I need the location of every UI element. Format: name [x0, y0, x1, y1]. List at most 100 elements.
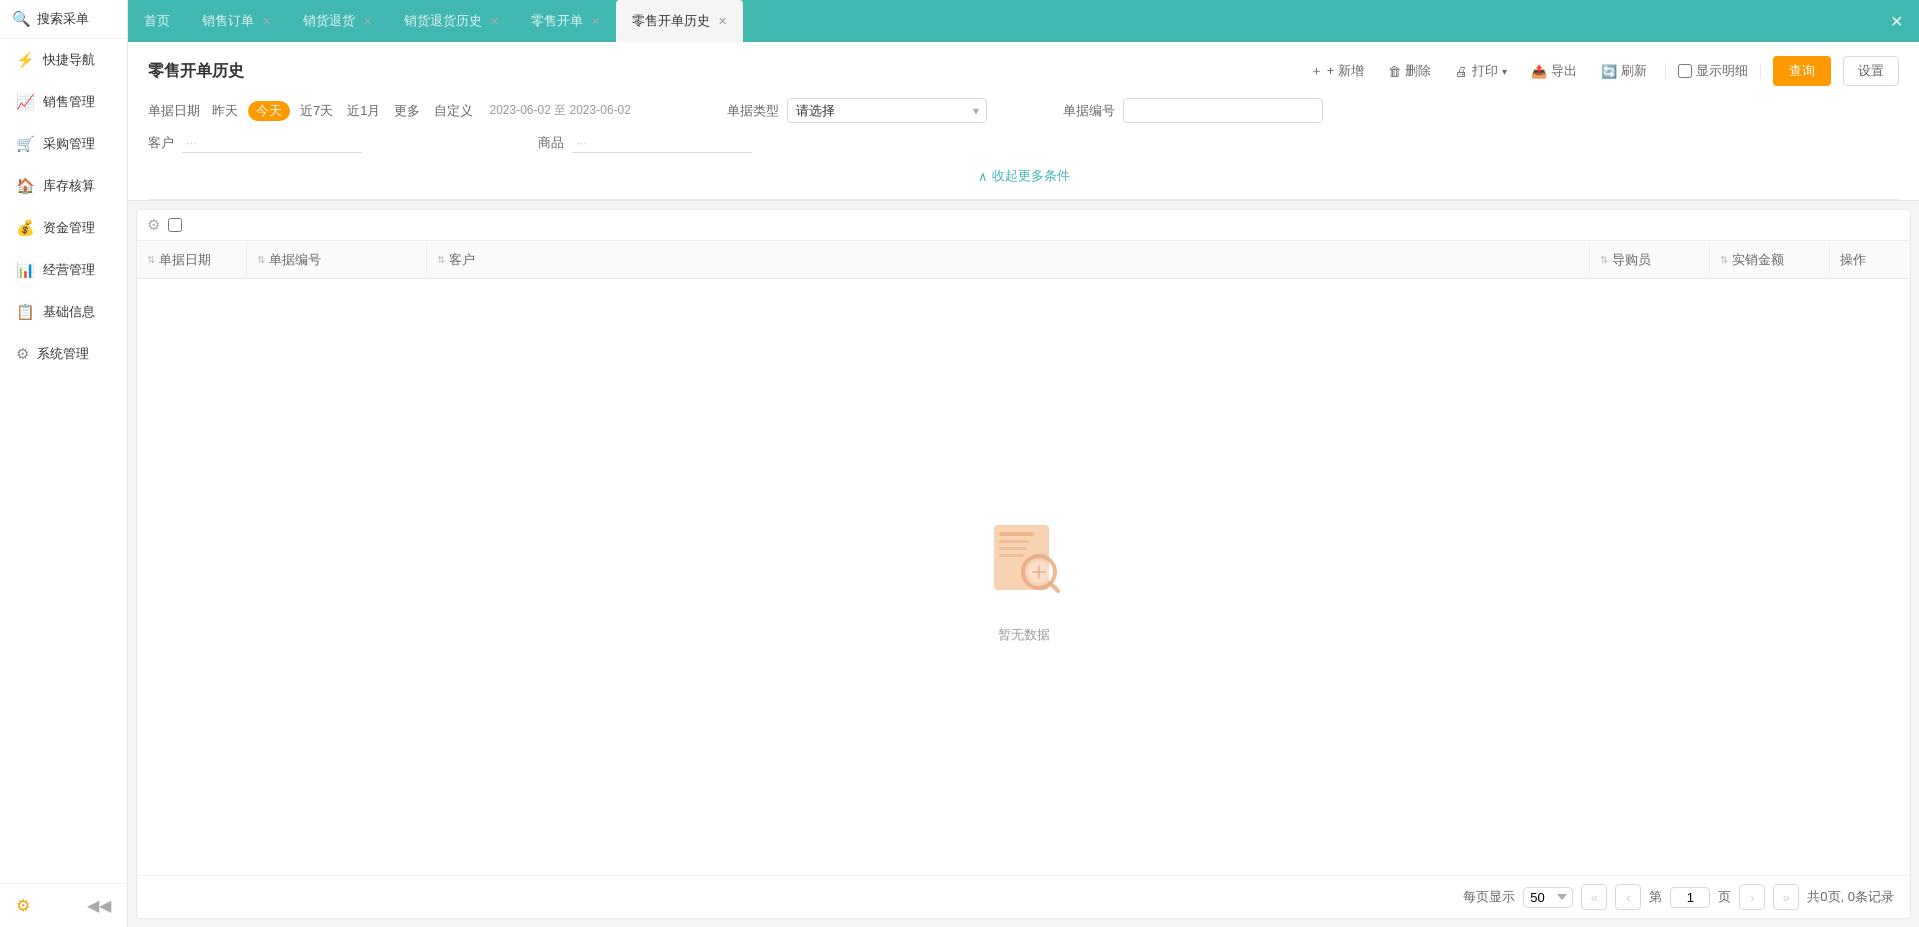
tab-sales-return-history-close[interactable]: ✕ [490, 15, 499, 28]
sort-icon-customer: ⇅ [437, 254, 445, 265]
empty-text: 暂无数据 [998, 626, 1050, 644]
tab-sales-order[interactable]: 销售订单 ✕ [186, 0, 287, 42]
settings-button[interactable]: 设置 [1843, 56, 1899, 86]
filter-row-1: 单据日期 昨天 今天 近7天 近1月 更多 自定义 2023-06-02 至 2… [148, 98, 1899, 123]
filter-area: 单据日期 昨天 今天 近7天 近1月 更多 自定义 2023-06-02 至 2… [148, 98, 1899, 200]
tab-retail-history-close[interactable]: ✕ [718, 15, 727, 28]
filter-row-2: 客户 商品 [148, 133, 1899, 153]
sidebar-search[interactable]: 🔍 搜索采单 [0, 0, 127, 39]
page-number-input[interactable] [1670, 887, 1710, 908]
tab-retail-open[interactable]: 零售开单 ✕ [515, 0, 616, 42]
add-button[interactable]: ＋ + 新增 [1304, 58, 1370, 84]
th-customer[interactable]: ⇅ 客户 [427, 241, 1590, 278]
product-input[interactable] [572, 133, 752, 153]
date-shortcut-custom[interactable]: 自定义 [430, 101, 477, 121]
toolbar-divider [1665, 63, 1666, 79]
sidebar-item-inventory[interactable]: 🏠 库存核算 [0, 165, 127, 207]
date-filter-label: 单据日期 [148, 102, 200, 120]
operation-icon: 📊 [16, 261, 35, 279]
sidebar-item-quick-nav[interactable]: ⚡ 快捷导航 [0, 39, 127, 81]
th-amount[interactable]: ⇅ 实销金额 [1710, 241, 1830, 278]
sidebar-item-label: 采购管理 [43, 135, 95, 153]
collapse-more-button[interactable]: ∧ 收起更多条件 [148, 163, 1899, 189]
svg-rect-4 [999, 554, 1024, 557]
table-header: ⇅ 单据日期 ⇅ 单据编号 ⇅ 客户 ⇅ 导购员 ⇅ 实销金额 [137, 241, 1910, 279]
date-shortcut-today[interactable]: 今天 [248, 101, 290, 121]
display-detail-label[interactable]: 显示明细 [1678, 62, 1748, 80]
sidebar-item-finance[interactable]: 💰 资金管理 [0, 207, 127, 249]
sidebar-item-sys-mgmt[interactable]: ⚙ 系统管理 [0, 333, 127, 375]
customer-filter: 客户 [148, 133, 362, 153]
date-shortcut-1month[interactable]: 近1月 [343, 101, 384, 121]
add-icon: ＋ [1310, 62, 1323, 80]
page-label: 第 [1649, 888, 1662, 906]
date-shortcut-7days[interactable]: 近7天 [296, 101, 337, 121]
customer-input[interactable] [182, 133, 362, 153]
doc-type-filter: 单据类型 请选择 [727, 98, 987, 123]
last-page-button[interactable]: » [1773, 884, 1799, 910]
sidebar-item-operation[interactable]: 📊 经营管理 [0, 249, 127, 291]
th-guide[interactable]: ⇅ 导购员 [1590, 241, 1710, 278]
th-no[interactable]: ⇅ 单据编号 [247, 241, 427, 278]
sidebar-item-purchase-mgmt[interactable]: 🛒 采购管理 [0, 123, 127, 165]
sidebar-item-basic-info[interactable]: 📋 基础信息 [0, 291, 127, 333]
date-shortcut-yesterday[interactable]: 昨天 [208, 101, 242, 121]
doc-no-input[interactable] [1123, 98, 1323, 123]
per-page-label: 每页显示 [1463, 888, 1515, 906]
first-page-button[interactable]: « [1581, 884, 1607, 910]
query-button[interactable]: 查询 [1773, 56, 1831, 86]
th-date[interactable]: ⇅ 单据日期 [137, 241, 247, 278]
tab-sales-return-close[interactable]: ✕ [363, 15, 372, 28]
pagination: 每页显示 50 10 20 100 « ‹ 第 页 › » 共0页, 0条记录 [137, 875, 1910, 918]
sort-icon-amount: ⇅ [1720, 254, 1728, 265]
doc-type-select-wrap: 请选择 [787, 98, 987, 123]
doc-type-select[interactable]: 请选择 [787, 98, 987, 123]
tab-retail-open-close[interactable]: ✕ [591, 15, 600, 28]
print-button[interactable]: 🖨 打印 ▾ [1449, 58, 1513, 84]
settings-icon[interactable]: ⚙ [16, 896, 30, 915]
sidebar-item-label: 快捷导航 [43, 51, 95, 69]
sort-icon-guide: ⇅ [1600, 254, 1608, 265]
th-guide-label: 导购员 [1612, 251, 1651, 269]
sys-mgmt-icon: ⚙ [16, 345, 29, 363]
per-page-select[interactable]: 50 10 20 100 [1523, 887, 1573, 908]
tab-home-label: 首页 [144, 12, 170, 30]
doc-no-label: 单据编号 [1063, 102, 1115, 120]
delete-button[interactable]: 🗑 删除 [1382, 58, 1437, 84]
tab-sales-return[interactable]: 销货退货 ✕ [287, 0, 388, 42]
sidebar: 🔍 搜索采单 ⚡ 快捷导航 📈 销售管理 🛒 采购管理 🏠 库存核算 💰 资金管… [0, 0, 128, 927]
tab-home[interactable]: 首页 [128, 0, 186, 42]
collapse-more-label: 收起更多条件 [992, 167, 1070, 185]
th-action: 操作 [1830, 241, 1910, 278]
th-date-label: 单据日期 [159, 251, 211, 269]
collapse-up-icon: ∧ [978, 169, 988, 184]
select-all-checkbox[interactable] [168, 218, 182, 232]
tab-sales-order-label: 销售订单 [202, 12, 254, 30]
collapse-sidebar-icon[interactable]: ◀◀ [87, 896, 111, 915]
table-settings-icon[interactable]: ⚙ [147, 216, 160, 234]
next-page-button[interactable]: › [1739, 884, 1765, 910]
date-shortcut-more[interactable]: 更多 [390, 101, 424, 121]
quick-nav-icon: ⚡ [16, 51, 35, 69]
sidebar-item-label: 销售管理 [43, 93, 95, 111]
prev-page-button[interactable]: ‹ [1615, 884, 1641, 910]
page-header: 零售开单历史 ＋ + 新增 🗑 删除 🖨 打印 ▾ [128, 42, 1919, 201]
window-close-icon[interactable]: ✕ [1890, 12, 1903, 31]
sidebar-item-sales-mgmt[interactable]: 📈 销售管理 [0, 81, 127, 123]
sidebar-item-label: 系统管理 [37, 345, 89, 363]
th-customer-label: 客户 [449, 251, 475, 269]
tab-sales-order-close[interactable]: ✕ [262, 15, 271, 28]
export-button[interactable]: 📤 导出 [1525, 58, 1583, 84]
customer-label: 客户 [148, 134, 174, 152]
svg-rect-2 [999, 540, 1029, 543]
refresh-button[interactable]: 🔄 刷新 [1595, 58, 1653, 84]
delete-icon: 🗑 [1388, 64, 1401, 79]
date-range-text: 2023-06-02 至 2023-06-02 [489, 102, 630, 119]
finance-icon: 💰 [16, 219, 35, 237]
toolbar: ＋ + 新增 🗑 删除 🖨 打印 ▾ 📤 导出 [1304, 56, 1899, 86]
page-suffix: 页 [1718, 888, 1731, 906]
tab-retail-history[interactable]: 零售开单历史 ✕ [616, 0, 743, 42]
display-detail-checkbox[interactable] [1678, 64, 1692, 78]
tab-sales-return-history[interactable]: 销货退货历史 ✕ [388, 0, 515, 42]
tab-retail-open-label: 零售开单 [531, 12, 583, 30]
